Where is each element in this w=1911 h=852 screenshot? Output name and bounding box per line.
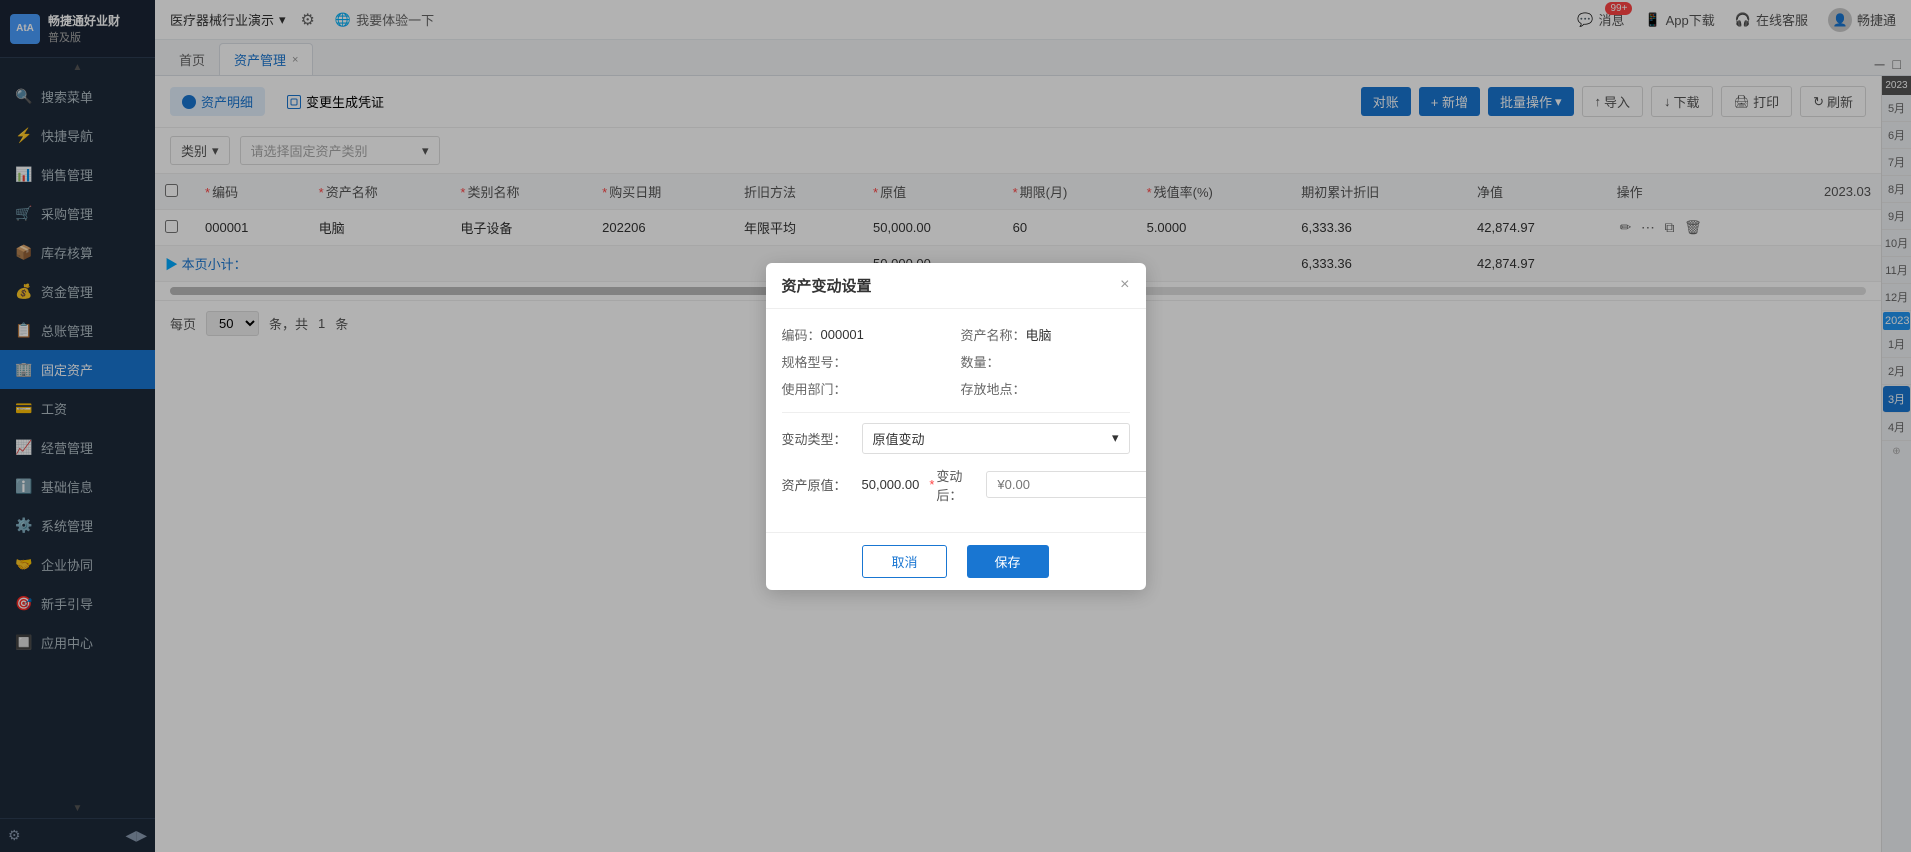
asset-value-form-label: 资产原值： xyxy=(782,475,862,494)
location-label: 存放地点： xyxy=(961,379,1026,398)
quantity-info: 数量： xyxy=(961,352,1130,371)
dept-info: 使用部门： xyxy=(782,379,951,398)
code-value: 000001 xyxy=(821,327,864,342)
code-info: 编码： 000001 xyxy=(782,325,951,344)
modal-title: 资产变动设置 xyxy=(782,275,872,296)
modal-divider xyxy=(782,412,1130,413)
after-change-required: * xyxy=(929,477,934,492)
change-type-select[interactable]: 原值变动 ▾ xyxy=(862,423,1130,454)
asset-name-label: 资产名称： xyxy=(961,325,1026,344)
modal-footer: 取消 保存 xyxy=(766,532,1146,590)
spec-info: 规格型号： xyxy=(782,352,951,371)
after-change-label: 变动后： xyxy=(936,466,986,504)
asset-value-row: 资产原值： 50,000.00 * 变动后： xyxy=(782,466,1130,504)
asset-info-grid: 编码： 000001 资产名称： 电脑 规格型号： 数量： 使用部门： xyxy=(782,325,1130,398)
spec-label: 规格型号： xyxy=(782,352,847,371)
modal-close-button[interactable]: × xyxy=(1120,276,1129,294)
modal-body: 编码： 000001 资产名称： 电脑 规格型号： 数量： 使用部门： xyxy=(766,309,1146,532)
modal-header: 资产变动设置 × xyxy=(766,263,1146,309)
change-type-row: 变动类型： 原值变动 ▾ xyxy=(782,423,1130,454)
cancel-button[interactable]: 取消 xyxy=(862,545,946,578)
quantity-label: 数量： xyxy=(961,352,1000,371)
change-type-dropdown-icon: ▾ xyxy=(1112,430,1119,446)
code-label: 编码： xyxy=(782,325,821,344)
asset-name-value: 电脑 xyxy=(1026,325,1052,344)
dept-label: 使用部门： xyxy=(782,379,847,398)
asset-change-modal: 资产变动设置 × 编码： 000001 资产名称： 电脑 规格型号： 数量： xyxy=(766,263,1146,590)
change-type-value: 原值变动 xyxy=(873,429,925,448)
change-type-form-label: 变动类型： xyxy=(782,429,862,448)
location-info: 存放地点： xyxy=(961,379,1130,398)
after-change-input[interactable] xyxy=(986,471,1145,498)
asset-value-display: 50,000.00 xyxy=(862,477,920,492)
save-button[interactable]: 保存 xyxy=(967,545,1049,578)
modal-overlay[interactable]: 资产变动设置 × 编码： 000001 资产名称： 电脑 规格型号： 数量： xyxy=(0,0,1911,852)
asset-name-info: 资产名称： 电脑 xyxy=(961,325,1130,344)
